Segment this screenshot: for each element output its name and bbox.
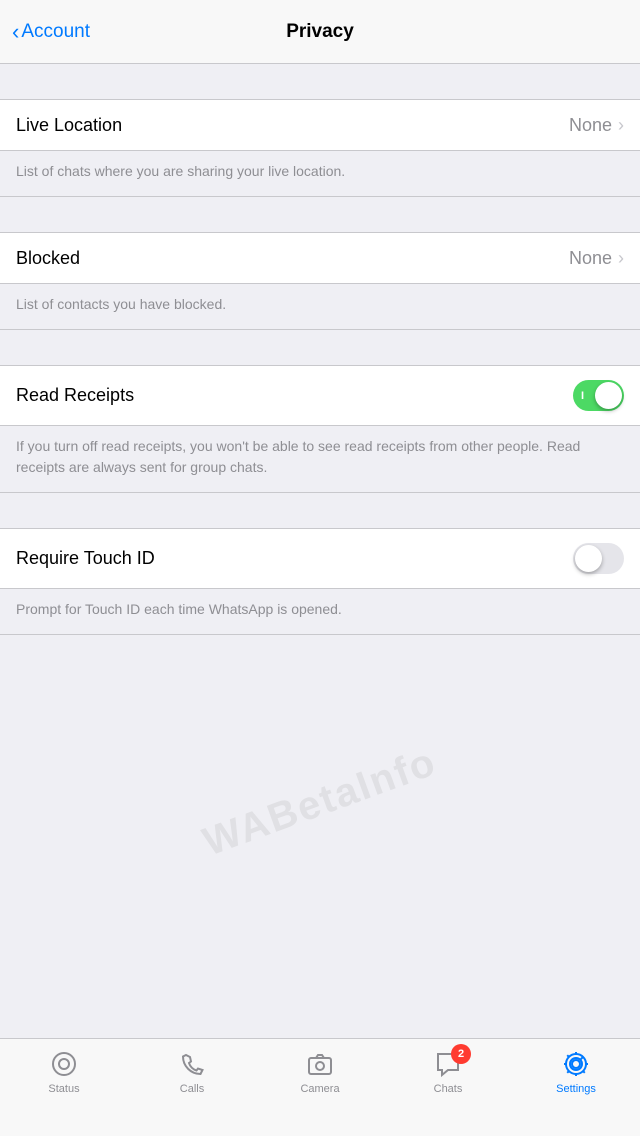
blocked-value-group: None › <box>569 248 624 269</box>
toggle-on-indicator: I <box>581 390 584 402</box>
tab-settings-label: Settings <box>556 1083 596 1095</box>
blocked-desc-text: List of contacts you have blocked. <box>16 296 226 312</box>
read-receipts-row: Read Receipts I <box>0 366 640 425</box>
touch-id-toggle[interactable] <box>573 543 624 574</box>
blocked-value: None <box>569 248 612 269</box>
blocked-row[interactable]: Blocked None › <box>0 233 640 283</box>
toggle-thumb-off <box>575 545 602 572</box>
read-receipts-section: Read Receipts I <box>0 365 640 426</box>
section-gap-top <box>0 64 640 99</box>
tab-camera[interactable]: Camera <box>256 1049 384 1095</box>
touch-id-section: Require Touch ID <box>0 528 640 589</box>
touch-id-label: Require Touch ID <box>16 548 155 569</box>
toggle-thumb <box>595 382 622 409</box>
blocked-label: Blocked <box>16 248 80 269</box>
back-label: Account <box>21 21 90 43</box>
blocked-description: List of contacts you have blocked. <box>0 284 640 330</box>
page-title: Privacy <box>286 21 354 43</box>
tab-status[interactable]: Status <box>0 1049 128 1095</box>
blocked-section: Blocked None › <box>0 232 640 284</box>
chats-badge: 2 <box>451 1044 471 1064</box>
chats-icon: 2 <box>433 1049 463 1079</box>
tab-calls-label: Calls <box>180 1083 204 1095</box>
tab-calls[interactable]: Calls <box>128 1049 256 1095</box>
settings-icon <box>561 1049 591 1079</box>
touch-id-row: Require Touch ID <box>0 529 640 588</box>
live-location-section: Live Location None › <box>0 99 640 151</box>
calls-icon <box>177 1049 207 1079</box>
read-receipts-toggle[interactable]: I <box>573 380 624 411</box>
back-button[interactable]: ‹ Account <box>12 21 90 43</box>
content-area: Live Location None › List of chats where… <box>0 64 640 735</box>
live-location-value: None <box>569 115 612 136</box>
chevron-left-icon: ‹ <box>12 21 19 43</box>
section-gap-1 <box>0 197 640 232</box>
live-location-value-group: None › <box>569 115 624 136</box>
tab-settings[interactable]: Settings <box>512 1049 640 1095</box>
section-gap-2 <box>0 330 640 365</box>
live-location-label: Live Location <box>16 115 122 136</box>
touch-id-description: Prompt for Touch ID each time WhatsApp i… <box>0 589 640 635</box>
tab-bar: Status Calls Camera 2 Chats <box>0 1038 640 1136</box>
navigation-header: ‹ Account Privacy <box>0 0 640 64</box>
tab-camera-label: Camera <box>300 1083 339 1095</box>
live-location-description: List of chats where you are sharing your… <box>0 151 640 197</box>
camera-icon <box>305 1049 335 1079</box>
status-icon <box>49 1049 79 1079</box>
read-receipts-description: If you turn off read receipts, you won't… <box>0 426 640 493</box>
touch-id-desc-text: Prompt for Touch ID each time WhatsApp i… <box>16 601 342 617</box>
live-location-row[interactable]: Live Location None › <box>0 100 640 150</box>
tab-chats[interactable]: 2 Chats <box>384 1049 512 1095</box>
live-location-desc-text: List of chats where you are sharing your… <box>16 163 345 179</box>
read-receipts-desc-text: If you turn off read receipts, you won't… <box>16 438 580 475</box>
tab-status-label: Status <box>48 1083 79 1095</box>
chevron-right-icon-2: › <box>618 248 624 269</box>
tab-chats-label: Chats <box>434 1083 463 1095</box>
read-receipts-label: Read Receipts <box>16 385 134 406</box>
chevron-right-icon: › <box>618 115 624 136</box>
section-gap-3 <box>0 493 640 528</box>
